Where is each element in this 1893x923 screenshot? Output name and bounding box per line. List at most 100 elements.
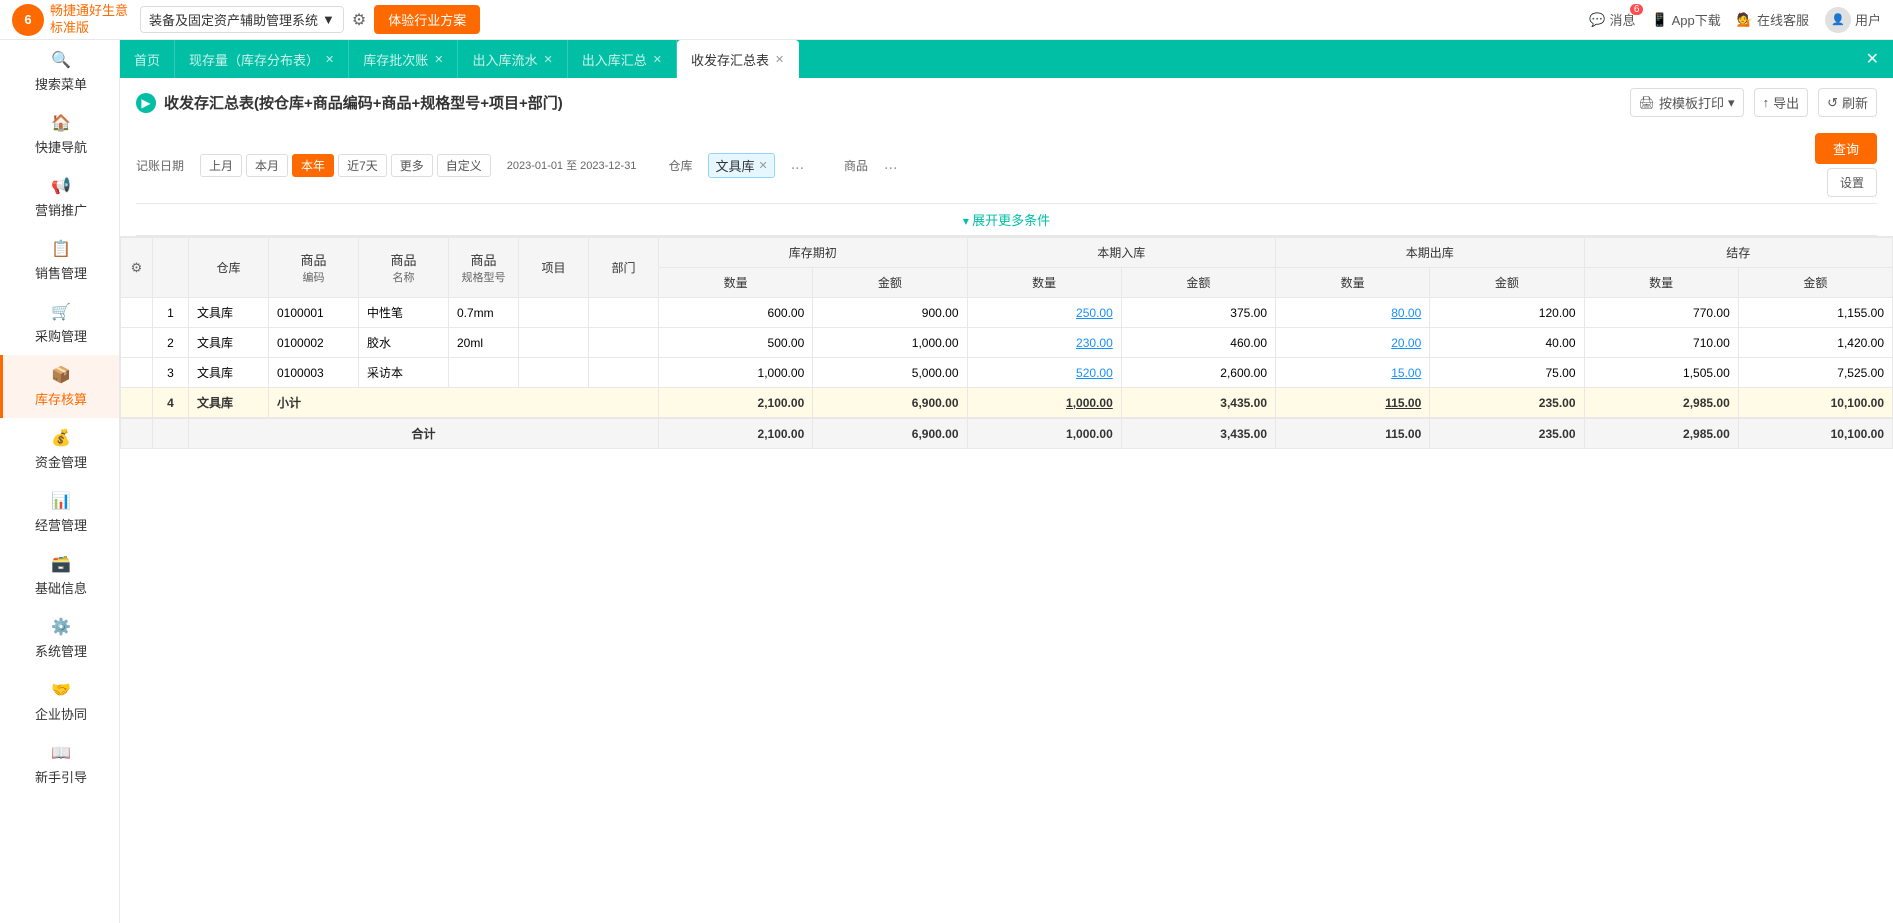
expand-conditions-row[interactable]: ▾ 展开更多条件: [136, 204, 1877, 236]
sidebar-item-sales[interactable]: 📋 销售管理: [0, 229, 119, 292]
handshake-icon: 🤝: [51, 680, 71, 700]
col-out-amt-header: 金额: [1430, 268, 1584, 298]
row-balance-qty: 1,505.00: [1584, 358, 1738, 388]
row-settings: [121, 328, 153, 358]
tab-flow[interactable]: 出入库流水 ✕: [458, 40, 567, 78]
sidebar-item-inventory[interactable]: 📦 库存核算: [0, 355, 119, 418]
sidebar-item-finance[interactable]: 💰 资金管理: [0, 418, 119, 481]
tab-summary[interactable]: 出入库汇总 ✕: [568, 40, 677, 78]
row-dept: [589, 298, 659, 328]
row-out-qty[interactable]: 80.00: [1276, 298, 1430, 328]
subtotal-out-qty[interactable]: 115.00: [1276, 388, 1430, 419]
settings-button[interactable]: 设置: [1827, 168, 1877, 197]
col-no-header: [153, 238, 189, 298]
row-opening-amt: 900.00: [813, 298, 967, 328]
collapse-button[interactable]: ▶: [136, 93, 156, 113]
sidebar-item-search[interactable]: 🔍 搜索菜单: [0, 40, 119, 103]
close-icon[interactable]: ✕: [434, 53, 443, 66]
trial-button[interactable]: 体验行业方案: [374, 5, 480, 34]
row-in-qty[interactable]: 230.00: [967, 328, 1121, 358]
close-icon[interactable]: ✕: [544, 53, 553, 66]
sidebar: 🔍 搜索菜单 🏠 快捷导航 📢 营销推广 📋 销售管理 🛒 采购管理 📦 库存核…: [0, 40, 120, 923]
sidebar-item-guide[interactable]: 📖 新手引导: [0, 733, 119, 796]
database-icon: 🗃️: [51, 554, 71, 574]
col-warehouse-header: 仓库: [189, 238, 269, 298]
warehouse-tag[interactable]: 文具库 ✕: [708, 153, 774, 178]
refresh-button[interactable]: ↺ 刷新: [1818, 88, 1877, 117]
close-icon[interactable]: ✕: [775, 53, 784, 66]
date-btn-more[interactable]: 更多: [391, 154, 433, 177]
row-project: [519, 358, 589, 388]
template-print-button[interactable]: 🖨 按模板打印 ▾: [1630, 88, 1744, 117]
date-btn-7days[interactable]: 近7天: [338, 154, 387, 177]
user-avatar[interactable]: 👤 用户: [1825, 7, 1881, 33]
row-dept: [589, 358, 659, 388]
tag-close-icon[interactable]: ✕: [758, 159, 767, 172]
sidebar-item-system[interactable]: ⚙️ 系统管理: [0, 607, 119, 670]
clipboard-icon: 📋: [51, 239, 71, 259]
print-icon: 🖨: [1639, 95, 1656, 111]
row-project: [519, 298, 589, 328]
chart-icon: 📊: [51, 491, 71, 511]
row-code: 0100003: [269, 358, 359, 388]
tab-home[interactable]: 首页: [120, 40, 175, 78]
home-icon: 🏠: [51, 113, 71, 133]
row-no: 3: [153, 358, 189, 388]
total-opening-qty: 2,100.00: [659, 418, 813, 449]
row-in-qty[interactable]: 250.00: [967, 298, 1121, 328]
tab-bar: 首页 现存量（库存分布表） ✕ 库存批次账 ✕ 出入库流水 ✕ 出入库汇总 ✕ …: [120, 40, 1893, 78]
date-btn-custom[interactable]: 自定义: [437, 154, 491, 177]
table-row: 2 文具库 0100002 胶水 20ml 500.00 1,000.00 23…: [121, 328, 1893, 358]
subtotal-settings: [121, 388, 153, 419]
row-out-qty[interactable]: 20.00: [1276, 328, 1430, 358]
row-balance-amt: 1,420.00: [1738, 328, 1892, 358]
row-spec: [449, 358, 519, 388]
query-button[interactable]: 查询: [1815, 133, 1877, 164]
sidebar-item-quick-nav[interactable]: 🏠 快捷导航: [0, 103, 119, 166]
tab-close-all-button[interactable]: ✕: [1852, 49, 1893, 69]
total-label-cell: 合计: [189, 418, 659, 449]
subtotal-in-amt: 3,435.00: [1121, 388, 1275, 419]
chevron-down-icon: ▾: [1728, 95, 1735, 111]
sidebar-item-operations[interactable]: 📊 经营管理: [0, 481, 119, 544]
settings-icon[interactable]: ⚙: [352, 10, 366, 30]
row-code: 0100002: [269, 328, 359, 358]
row-spec: 0.7mm: [449, 298, 519, 328]
row-in-qty[interactable]: 520.00: [967, 358, 1121, 388]
col-opening-header: 库存期初: [659, 238, 968, 268]
col-dept-header: 部门: [589, 238, 659, 298]
warehouse-more-icon[interactable]: ...: [791, 156, 804, 174]
row-opening-qty: 600.00: [659, 298, 813, 328]
col-in-amt-header: 金额: [1121, 268, 1275, 298]
table-settings-icon[interactable]: ⚙: [131, 260, 143, 275]
sidebar-item-collab[interactable]: 🤝 企业协同: [0, 670, 119, 733]
sidebar-item-purchase[interactable]: 🛒 采购管理: [0, 292, 119, 355]
row-dept: [589, 328, 659, 358]
date-btn-last-month[interactable]: 上月: [200, 154, 242, 177]
subtotal-no: 4: [153, 388, 189, 419]
export-button[interactable]: ↑ 导出: [1754, 88, 1809, 117]
warehouse-label: 仓库: [668, 157, 692, 174]
tab-receive-send[interactable]: 收发存汇总表 ✕: [677, 40, 799, 78]
goods-label: 商品: [844, 157, 868, 174]
close-icon[interactable]: ✕: [653, 53, 662, 66]
close-icon[interactable]: ✕: [325, 53, 334, 66]
system-selector[interactable]: 装备及固定资产辅助管理系统 ▼: [140, 6, 344, 33]
sidebar-item-marketing[interactable]: 📢 营销推广: [0, 166, 119, 229]
date-btn-this-year[interactable]: 本年: [292, 154, 334, 177]
subtotal-in-qty[interactable]: 1,000.00: [967, 388, 1121, 419]
subtotal-out-amt: 235.00: [1430, 388, 1584, 419]
sidebar-item-basic[interactable]: 🗃️ 基础信息: [0, 544, 119, 607]
date-btn-this-month[interactable]: 本月: [246, 154, 288, 177]
app-download-button[interactable]: 📱 App下载: [1651, 10, 1720, 29]
tab-inventory-dist[interactable]: 现存量（库存分布表） ✕: [175, 40, 349, 78]
logo-area: 6 畅捷通好生意 标准版: [12, 3, 132, 37]
row-out-qty[interactable]: 15.00: [1276, 358, 1430, 388]
notifications-button[interactable]: 💬 消息 6: [1589, 10, 1635, 29]
logo-icon: 6: [12, 4, 44, 36]
date-filter-label: 记账日期: [136, 157, 184, 174]
row-out-amt: 120.00: [1430, 298, 1584, 328]
tab-batch-ledger[interactable]: 库存批次账 ✕: [349, 40, 458, 78]
goods-more-icon[interactable]: ...: [884, 156, 897, 174]
online-service-button[interactable]: 💁 在线客服: [1737, 10, 1809, 29]
